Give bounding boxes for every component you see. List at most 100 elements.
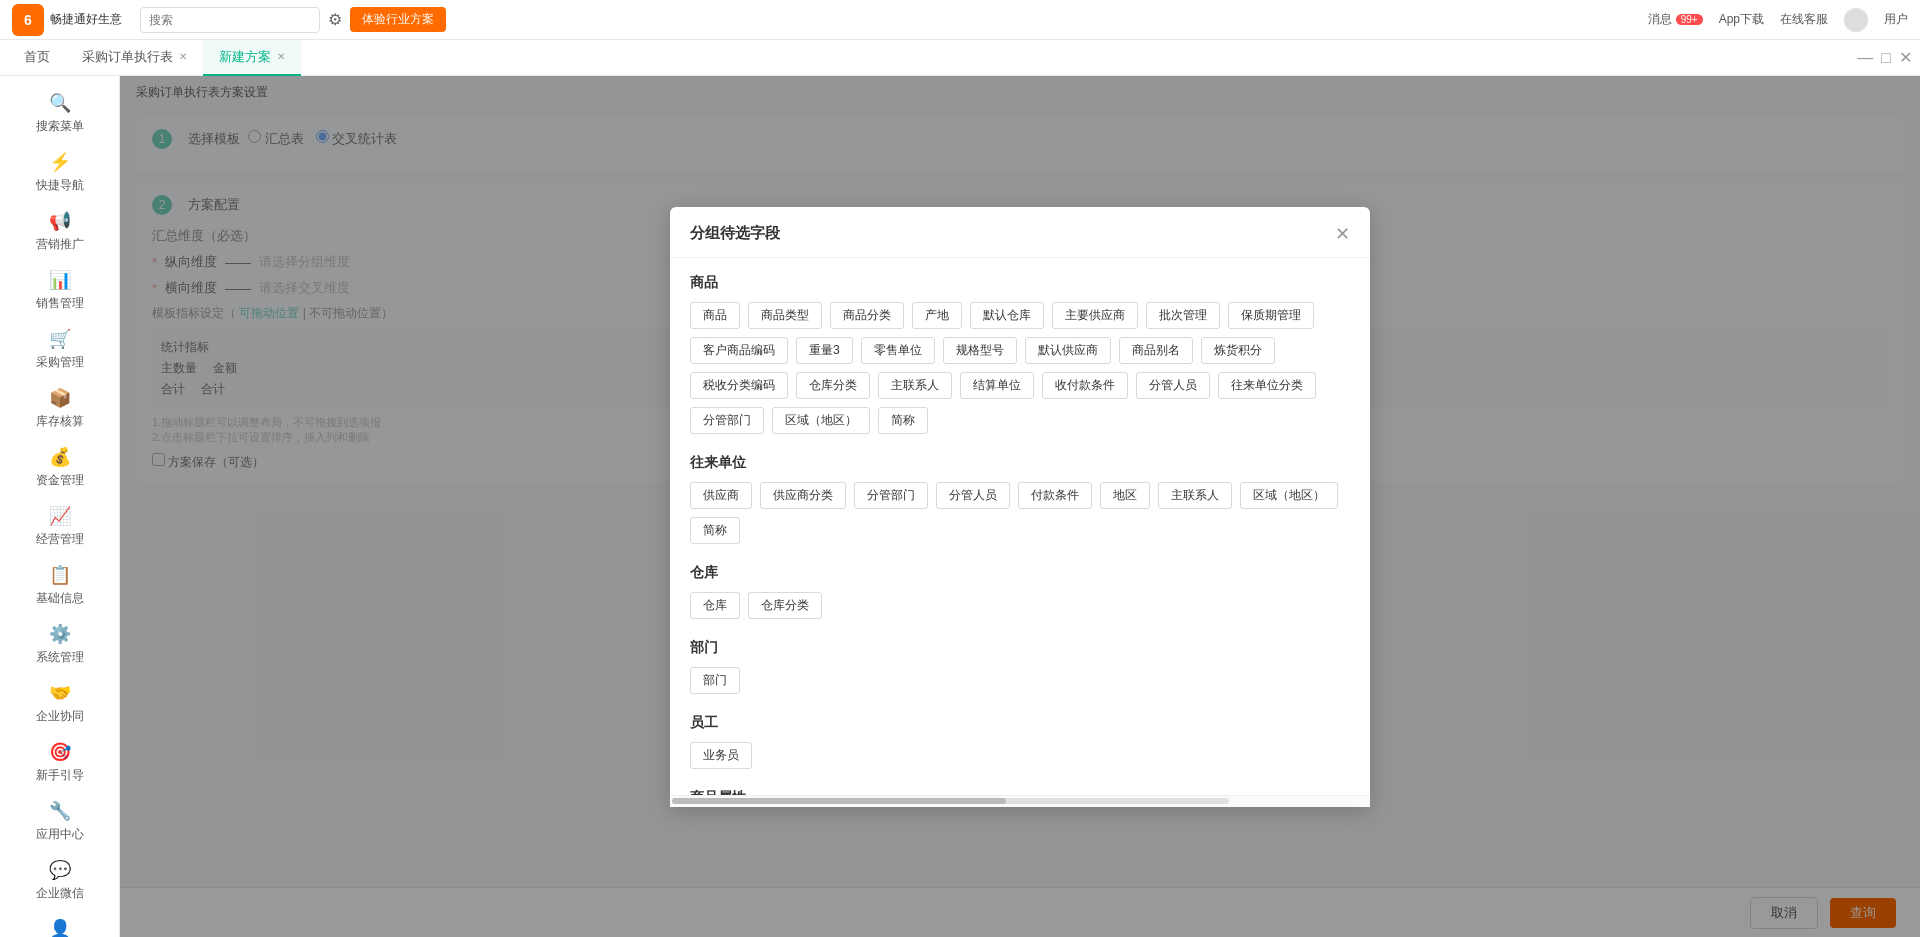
modal-header: 分组待选字段 ✕ <box>670 207 1370 258</box>
field-tag[interactable]: 商品类型 <box>748 302 822 329</box>
sidebar-item-purchase[interactable]: 🛒 采购管理 <box>0 320 119 379</box>
sidebar-label-basic-info: 基础信息 <box>36 590 84 607</box>
sidebar-label-purchase: 采购管理 <box>36 354 84 371</box>
sidebar-item-finance[interactable]: 💰 资金管理 <box>0 438 119 497</box>
modal-title: 分组待选字段 <box>690 224 780 243</box>
top-nav: 6 畅捷通好生意 ⚙ 体验行业方案 消息 99+ App下载 在线客服 用户 <box>0 0 1920 40</box>
field-tag[interactable]: 供应商分类 <box>760 482 846 509</box>
sidebar-label-quick-nav: 快捷导航 <box>36 177 84 194</box>
field-tag[interactable]: 简称 <box>878 407 928 434</box>
modal-overlay: 分组待选字段 ✕ 商品 商品 商品类型 商品分类 产地 默认仓库 主要供应商 <box>120 76 1920 937</box>
sidebar: 🔍 搜索菜单 ⚡ 快捷导航 📢 营销推广 📊 销售管理 🛒 采购管理 📦 库存核… <box>0 76 120 937</box>
field-tag[interactable]: 主联系人 <box>878 372 952 399</box>
sidebar-item-search[interactable]: 🔍 搜索菜单 <box>0 84 119 143</box>
sidebar-item-inventory[interactable]: 📦 库存核算 <box>0 379 119 438</box>
sidebar-label-search: 搜索菜单 <box>36 118 84 135</box>
field-tag[interactable]: 简称 <box>690 517 740 544</box>
section-department: 部门 部门 <box>690 639 1350 694</box>
field-tag[interactable]: 产地 <box>912 302 962 329</box>
tab-minimize[interactable]: — <box>1857 49 1873 67</box>
sales-icon: 📊 <box>49 269 71 291</box>
field-tag[interactable]: 默认供应商 <box>1025 337 1111 364</box>
member-icon: 👤 <box>49 918 71 937</box>
sidebar-item-system[interactable]: ⚙️ 系统管理 <box>0 615 119 674</box>
sidebar-item-quick-nav[interactable]: ⚡ 快捷导航 <box>0 143 119 202</box>
sidebar-item-sales[interactable]: 📊 销售管理 <box>0 261 119 320</box>
tab-purchase-close[interactable]: ✕ <box>179 51 187 62</box>
field-tag[interactable]: 仓库分类 <box>796 372 870 399</box>
online-service-label[interactable]: 在线客服 <box>1780 11 1828 28</box>
field-tag[interactable]: 分管部门 <box>854 482 928 509</box>
tab-close-all[interactable]: ✕ <box>1899 48 1912 67</box>
field-tag[interactable]: 主要供应商 <box>1052 302 1138 329</box>
field-tag[interactable]: 保质期管理 <box>1228 302 1314 329</box>
tab-home[interactable]: 首页 <box>8 40 66 76</box>
field-tag[interactable]: 炼货积分 <box>1201 337 1275 364</box>
field-tag[interactable]: 业务员 <box>690 742 752 769</box>
settings-icon[interactable]: ⚙ <box>328 10 342 29</box>
field-tag[interactable]: 重量3 <box>796 337 853 364</box>
sidebar-item-basic-info[interactable]: 📋 基础信息 <box>0 556 119 615</box>
sidebar-item-app-center[interactable]: 🔧 应用中心 <box>0 792 119 851</box>
sidebar-item-operation[interactable]: 📈 经营管理 <box>0 497 119 556</box>
nav-left: 6 畅捷通好生意 ⚙ 体验行业方案 <box>12 4 446 36</box>
field-tag[interactable]: 规格型号 <box>943 337 1017 364</box>
tab-purchase-list[interactable]: 采购订单执行表 ✕ <box>66 40 203 76</box>
user-name: 用户 <box>1884 11 1908 28</box>
avatar[interactable] <box>1844 8 1868 32</box>
field-tag[interactable]: 供应商 <box>690 482 752 509</box>
field-tag[interactable]: 默认仓库 <box>970 302 1044 329</box>
message-label[interactable]: 消息 99+ <box>1648 11 1702 28</box>
sidebar-label-operation: 经营管理 <box>36 531 84 548</box>
field-tag[interactable]: 仓库 <box>690 592 740 619</box>
sidebar-label-finance: 资金管理 <box>36 472 84 489</box>
field-tag[interactable]: 仓库分类 <box>748 592 822 619</box>
sidebar-item-member[interactable]: 👤 畅会员 <box>0 910 119 937</box>
field-tag[interactable]: 部门 <box>690 667 740 694</box>
trial-button[interactable]: 体验行业方案 <box>350 7 446 32</box>
section-employee: 员工 业务员 <box>690 714 1350 769</box>
inventory-icon: 📦 <box>49 387 71 409</box>
field-tag[interactable]: 批次管理 <box>1146 302 1220 329</box>
sidebar-label-wechat: 企业微信 <box>36 885 84 902</box>
field-tag[interactable]: 零售单位 <box>861 337 935 364</box>
search-icon: 🔍 <box>49 92 71 114</box>
sidebar-label-marketing: 营销推广 <box>36 236 84 253</box>
modal-close-button[interactable]: ✕ <box>1335 223 1350 245</box>
system-icon: ⚙️ <box>49 623 71 645</box>
quick-nav-icon: ⚡ <box>49 151 71 173</box>
field-tag[interactable]: 区域（地区） <box>772 407 870 434</box>
sidebar-item-marketing[interactable]: 📢 营销推广 <box>0 202 119 261</box>
field-tag[interactable]: 付款条件 <box>1018 482 1092 509</box>
sidebar-item-wechat[interactable]: 💬 企业微信 <box>0 851 119 910</box>
field-tag[interactable]: 分管人员 <box>1136 372 1210 399</box>
field-tag[interactable]: 区域（地区） <box>1240 482 1338 509</box>
sidebar-item-guide[interactable]: 🎯 新手引导 <box>0 733 119 792</box>
field-tag[interactable]: 往来单位分类 <box>1218 372 1316 399</box>
search-input[interactable] <box>140 7 320 33</box>
section-goods: 商品 商品 商品类型 商品分类 产地 默认仓库 主要供应商 批次管理 保质期管理… <box>690 274 1350 434</box>
tab-new-plan-label: 新建方案 <box>219 48 271 66</box>
field-tag[interactable]: 主联系人 <box>1158 482 1232 509</box>
field-tag[interactable]: 商品别名 <box>1119 337 1193 364</box>
field-tag[interactable]: 税收分类编码 <box>690 372 788 399</box>
field-tag[interactable]: 分管部门 <box>690 407 764 434</box>
sidebar-label-app-center: 应用中心 <box>36 826 84 843</box>
tab-expand[interactable]: □ <box>1881 49 1891 67</box>
tab-new-plan-close[interactable]: ✕ <box>277 51 285 62</box>
field-tag[interactable]: 收付款条件 <box>1042 372 1128 399</box>
app-center-icon: 🔧 <box>49 800 71 822</box>
tab-new-plan[interactable]: 新建方案 ✕ <box>203 40 301 76</box>
field-tag[interactable]: 地区 <box>1100 482 1150 509</box>
app-download-label[interactable]: App下载 <box>1719 11 1764 28</box>
warehouse-fields: 仓库 仓库分类 <box>690 592 1350 619</box>
field-tag[interactable]: 商品分类 <box>830 302 904 329</box>
purchase-icon: 🛒 <box>49 328 71 350</box>
field-tag[interactable]: 结算单位 <box>960 372 1034 399</box>
modal-horizontal-scrollbar[interactable] <box>670 795 1370 806</box>
sidebar-item-collab[interactable]: 🤝 企业协同 <box>0 674 119 733</box>
modal-body: 商品 商品 商品类型 商品分类 产地 默认仓库 主要供应商 批次管理 保质期管理… <box>670 258 1370 796</box>
field-tag[interactable]: 商品 <box>690 302 740 329</box>
field-tag[interactable]: 分管人员 <box>936 482 1010 509</box>
field-tag[interactable]: 客户商品编码 <box>690 337 788 364</box>
